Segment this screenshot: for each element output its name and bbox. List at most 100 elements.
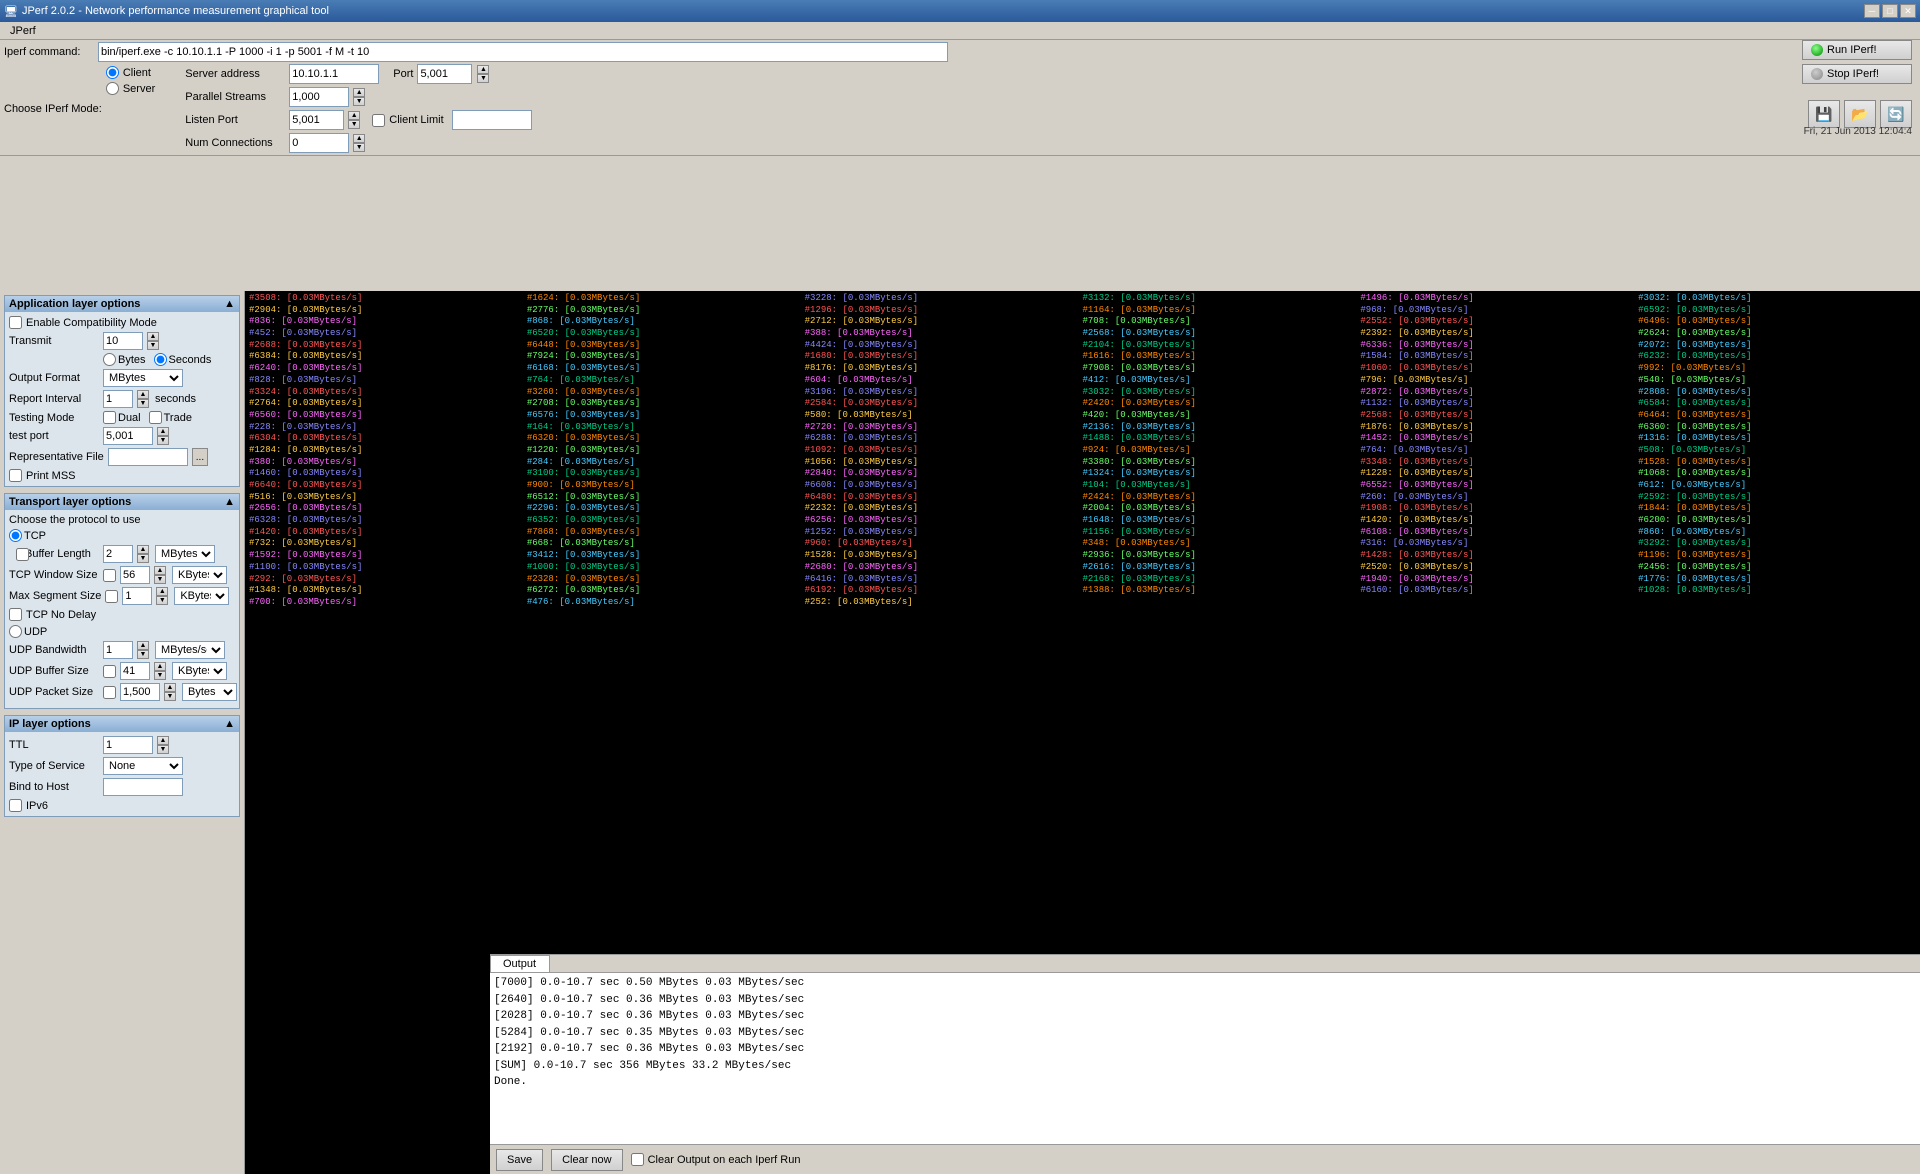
client-limit-input[interactable] [452,110,532,130]
port-spin-up[interactable]: ▲ [477,65,489,74]
transmit-spin-down[interactable]: ▼ [147,341,159,350]
buffer-length-spin-down[interactable]: ▼ [137,554,149,563]
max-seg-spin-up[interactable]: ▲ [156,587,168,596]
ip-layer-header[interactable]: IP layer options ▲ [5,716,239,732]
report-interval-input[interactable] [103,390,133,408]
udp-buffer-spin-down[interactable]: ▼ [154,671,166,680]
port-input[interactable] [417,64,472,84]
test-port-spin-down[interactable]: ▼ [157,436,169,445]
tcp-window-input[interactable] [120,566,150,584]
iperf-command-input[interactable] [98,42,948,62]
tos-select[interactable]: None Low Delay Throughput Reliability [103,757,183,775]
udp-packet-checkbox[interactable] [103,686,116,699]
seconds-radio[interactable] [154,353,167,366]
tcp-window-unit[interactable]: KBytes MBytes Bytes [172,566,227,584]
close-button[interactable]: ✕ [1900,4,1916,18]
window-controls[interactable]: ─ □ ✕ [1864,4,1916,18]
listen-port-spin-up[interactable]: ▲ [348,111,360,120]
server-radio[interactable] [106,82,119,95]
trade-checkbox[interactable] [149,411,162,424]
ttl-input[interactable] [103,736,153,754]
server-address-input[interactable] [289,64,379,84]
max-seg-spin-down[interactable]: ▼ [156,596,168,605]
compat-mode-checkbox[interactable] [9,316,22,329]
test-port-input[interactable] [103,427,153,445]
bytes-radio-label[interactable]: Bytes [103,353,146,366]
listen-port-spin-down[interactable]: ▼ [348,120,360,129]
udp-radio[interactable] [9,625,22,638]
num-conn-spin-up[interactable]: ▲ [353,134,365,143]
ipv6-checkbox[interactable] [9,799,22,812]
max-seg-checkbox[interactable] [105,590,118,603]
trade-label[interactable]: Trade [149,411,192,424]
client-radio[interactable] [106,66,119,79]
dual-checkbox[interactable] [103,411,116,424]
tcp-nodelay-checkbox[interactable] [9,608,22,621]
tcp-window-spin-down[interactable]: ▼ [154,575,166,584]
report-interval-spin-up[interactable]: ▲ [137,390,149,399]
udp-bw-spin-down[interactable]: ▼ [137,650,149,659]
tcp-window-checkbox[interactable] [103,569,116,582]
maximize-button[interactable]: □ [1882,4,1898,18]
buffer-length-unit[interactable]: MBytes KBytes Bytes [155,545,215,563]
udp-buffer-checkbox[interactable] [103,665,116,678]
transport-layer-header[interactable]: Transport layer options ▲ [5,494,239,510]
client-mode-label[interactable]: Client [106,66,155,79]
rep-file-browse-button[interactable]: ... [192,448,208,466]
udp-bandwidth-input[interactable] [103,641,133,659]
server-mode-label[interactable]: Server [106,82,155,95]
udp-buffer-input[interactable] [120,662,150,680]
udp-packet-unit[interactable]: Bytes KBytes MBytes [182,683,237,701]
tcp-radio[interactable] [9,529,22,542]
client-limit-checkbox[interactable] [372,114,385,127]
num-conn-spin-down[interactable]: ▼ [353,143,365,152]
max-seg-input[interactable] [122,587,152,605]
output-format-select[interactable]: MBytes Bytes KBytes GBytes [103,369,183,387]
parallel-streams-input[interactable] [289,87,349,107]
stop-button[interactable]: Stop IPerf! [1802,64,1912,84]
udp-radio-label[interactable]: UDP [9,625,47,638]
clear-on-run-checkbox[interactable] [631,1153,644,1166]
minimize-button[interactable]: ─ [1864,4,1880,18]
udp-bandwidth-unit[interactable]: MBytes/sec KBytes/sec Bytes/sec [155,641,225,659]
udp-buffer-unit[interactable]: KBytes MBytes Bytes [172,662,227,680]
udp-packet-spin-up[interactable]: ▲ [164,683,176,692]
buffer-length-input[interactable] [103,545,133,563]
max-seg-unit[interactable]: KBytes MBytes Bytes [174,587,229,605]
udp-buffer-spin-up[interactable]: ▲ [154,662,166,671]
output-tab[interactable]: Output [490,955,550,972]
bytes-radio[interactable] [103,353,116,366]
save-button[interactable]: Save [496,1149,543,1171]
tcp-radio-label[interactable]: TCP [9,529,46,542]
udp-packet-spin-down[interactable]: ▼ [164,692,176,701]
parallel-spin-up[interactable]: ▲ [353,88,365,97]
port-spin-down[interactable]: ▼ [477,74,489,83]
rep-file-input[interactable] [108,448,188,466]
run-button[interactable]: Run IPerf! [1802,40,1912,60]
transmit-spin-up[interactable]: ▲ [147,332,159,341]
report-interval-spin-down[interactable]: ▼ [137,399,149,408]
print-mss-checkbox[interactable] [9,469,22,482]
ttl-spin-up[interactable]: ▲ [157,736,169,745]
num-connections-input[interactable] [289,133,349,153]
udp-bw-spin-up[interactable]: ▲ [137,641,149,650]
seconds-radio-label[interactable]: Seconds [154,353,212,366]
buffer-length-spin-up[interactable]: ▲ [137,545,149,554]
udp-packet-input[interactable] [120,683,160,701]
parallel-spin-down[interactable]: ▼ [353,97,365,106]
ttl-spin-down[interactable]: ▼ [157,745,169,754]
refresh-button[interactable]: 🔄 [1880,100,1912,128]
clear-now-button[interactable]: Clear now [551,1149,623,1171]
clear-on-run-label[interactable]: Clear Output on each Iperf Run [631,1153,801,1166]
save-config-button[interactable]: 💾 [1808,100,1840,128]
app-layer-header[interactable]: Application layer options ▲ [5,296,239,312]
dual-label[interactable]: Dual [103,411,141,424]
test-port-spin-up[interactable]: ▲ [157,427,169,436]
tcp-window-spin-up[interactable]: ▲ [154,566,166,575]
bind-host-input[interactable] [103,778,183,796]
load-config-button[interactable]: 📂 [1844,100,1876,128]
transmit-input[interactable] [103,332,143,350]
buffer-length-checkbox[interactable] [16,548,29,561]
listen-port-input[interactable] [289,110,344,130]
menu-jperf[interactable]: JPerf [4,24,42,38]
